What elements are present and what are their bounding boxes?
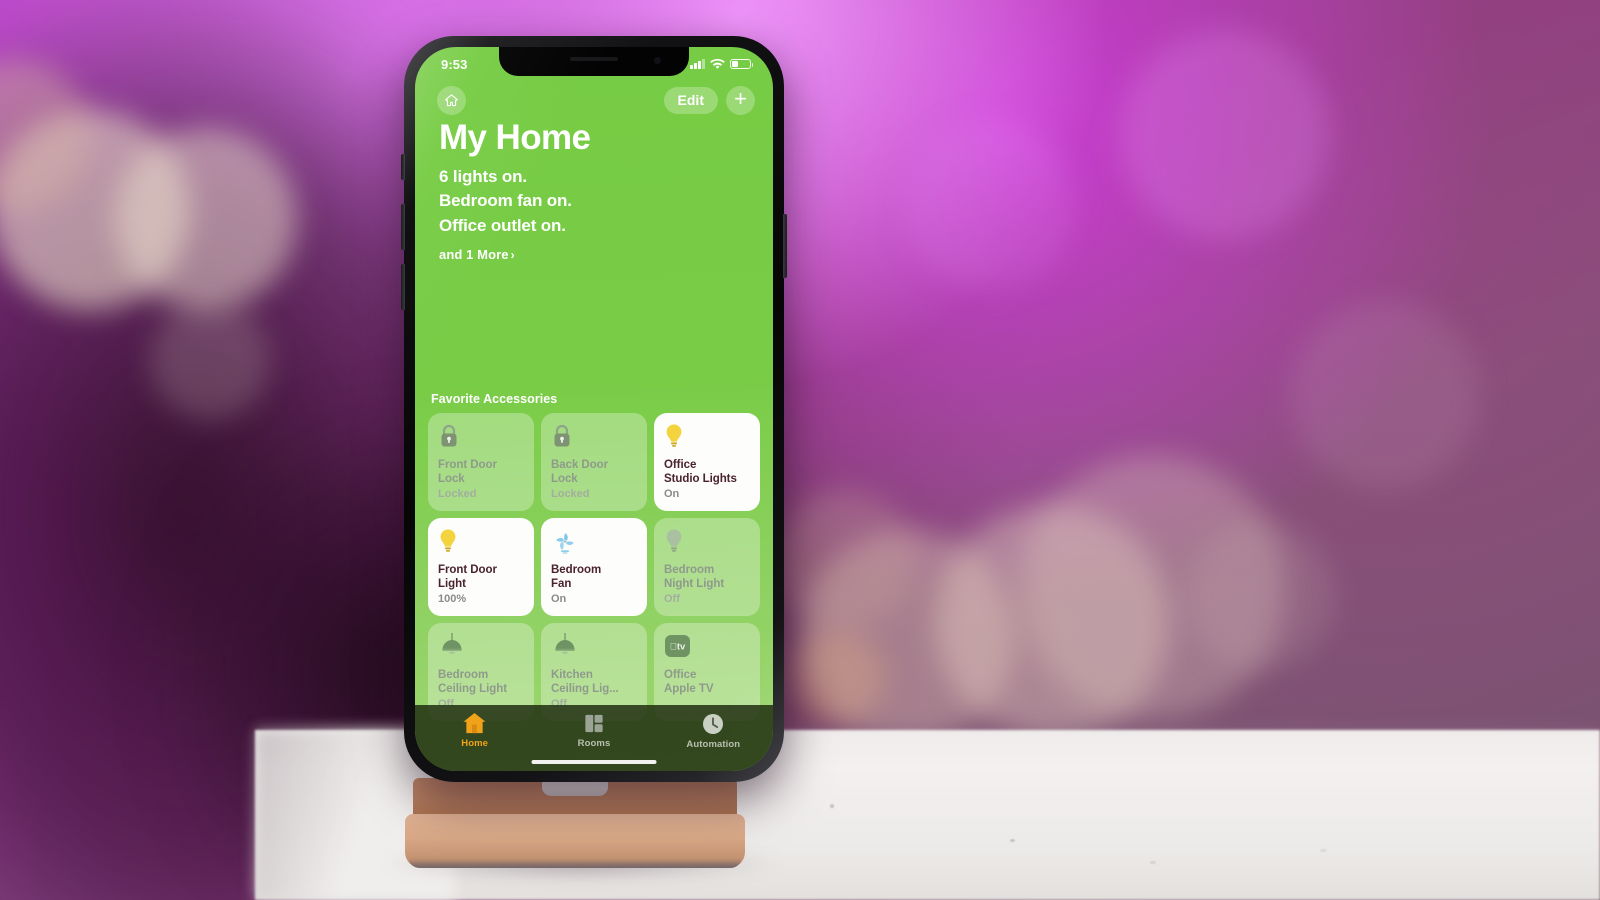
ceiling-light-icon xyxy=(551,633,638,665)
status-line: 6 lights on. xyxy=(439,166,527,186)
tab-label: Rooms xyxy=(577,738,611,749)
section-title: Favorite Accessories xyxy=(431,392,558,406)
front-camera-icon xyxy=(654,57,661,64)
tab-rooms[interactable]: Rooms xyxy=(534,712,653,749)
edit-button[interactable]: Edit xyxy=(663,86,718,114)
table-speck xyxy=(830,804,834,808)
house-icon xyxy=(445,93,458,106)
lock-closed-icon xyxy=(551,423,638,455)
display-notch xyxy=(499,47,689,76)
home-status-summary: 6 lights on. Bedroom fan on. Office outl… xyxy=(439,165,753,239)
accessory-state: Locked xyxy=(551,488,590,501)
fan-icon xyxy=(551,528,638,560)
bokeh-circle xyxy=(1120,30,1330,240)
table-speck xyxy=(1320,849,1327,852)
tab-label: Home xyxy=(461,738,489,749)
accessory-name: Kitchen Ceiling Lig... xyxy=(551,669,619,696)
home-header: My Home 6 lights on. Bedroom fan on. Off… xyxy=(439,119,753,262)
accessory-name: Front Door Light xyxy=(438,564,497,591)
bokeh-circle xyxy=(790,630,885,725)
accessory-name: Bedroom Ceiling Light xyxy=(438,669,507,696)
earpiece-speaker-icon xyxy=(570,57,618,61)
house-filled-icon xyxy=(463,712,486,734)
accessory-state: On xyxy=(664,488,680,501)
iphone-device: 9:53 Edit + My Home 6 lights on. Bedroom… xyxy=(401,36,787,782)
dock-base xyxy=(405,814,745,868)
mute-switch-button[interactable] xyxy=(401,154,405,180)
status-bar-indicators xyxy=(690,58,754,70)
accessory-name: Office Apple TV xyxy=(664,669,714,696)
accessory-state: On xyxy=(551,593,567,606)
accessory-tile-front-door-light[interactable]: Front Door Light 100% xyxy=(428,518,534,616)
bokeh-circle xyxy=(1290,300,1480,490)
cellular-bars-icon xyxy=(690,59,705,69)
page-title: My Home xyxy=(439,118,591,157)
nav-right-group: Edit + xyxy=(663,85,755,115)
chevron-right-icon: › xyxy=(510,247,515,262)
status-line: Office outlet on. xyxy=(439,216,566,236)
battery-low-icon xyxy=(730,58,754,70)
apple-tv-icon: tv xyxy=(664,633,751,665)
accessory-tile-office-studio-lights[interactable]: Office Studio Lights On xyxy=(654,413,760,511)
lightbulb-off-icon xyxy=(664,528,751,560)
home-indicator[interactable] xyxy=(531,759,657,764)
home-app-nav-bar: Edit + xyxy=(415,81,773,119)
bokeh-circle xyxy=(905,120,1075,290)
bokeh-circle xyxy=(775,490,915,630)
and-more-label: and 1 More xyxy=(439,246,509,262)
add-accessory-button[interactable]: + xyxy=(726,85,755,115)
accessory-tile-front-door-lock[interactable]: Front Door Lock Locked xyxy=(428,413,534,511)
home-selector-button[interactable] xyxy=(437,85,466,115)
accessory-name: Office Studio Lights xyxy=(664,459,737,486)
accessory-tile-bedroom-night-light[interactable]: Bedroom Night Light Off xyxy=(654,518,760,616)
accessory-name: Front Door Lock xyxy=(438,459,497,486)
accessory-tile-bedroom-fan[interactable]: Bedroom Fan On xyxy=(541,518,647,616)
volume-down-button[interactable] xyxy=(401,264,405,310)
and-more-link[interactable]: and 1 More › xyxy=(439,247,753,262)
accessory-name: Back Door Lock xyxy=(551,459,609,486)
bokeh-circle xyxy=(150,300,270,420)
lightbulb-on-icon xyxy=(664,423,751,455)
svg-text:tv: tv xyxy=(670,641,686,652)
table-speck xyxy=(1150,861,1156,864)
ceiling-light-icon xyxy=(438,633,525,665)
photo-scene: 9:53 Edit + My Home 6 lights on. Bedroom… xyxy=(0,0,1600,900)
phone-screen: 9:53 Edit + My Home 6 lights on. Bedroom… xyxy=(415,47,773,771)
bokeh-circle xyxy=(1185,520,1335,670)
accessory-tile-back-door-lock[interactable]: Back Door Lock Locked xyxy=(541,413,647,511)
accessory-state: 100% xyxy=(438,593,467,606)
accessory-grid: Front Door Lock Locked Back Door Lock Lo… xyxy=(428,413,760,721)
tab-automation[interactable]: Automation xyxy=(654,712,773,750)
rooms-grid-icon xyxy=(585,714,603,733)
lock-closed-icon xyxy=(438,423,525,455)
accessory-state: Off xyxy=(664,593,680,606)
volume-up-button[interactable] xyxy=(401,204,405,250)
tab-home[interactable]: Home xyxy=(415,712,534,749)
bokeh-circle xyxy=(115,128,297,310)
table-speck xyxy=(1010,839,1015,842)
clock-icon xyxy=(703,714,724,734)
lightbulb-on-icon xyxy=(438,528,525,560)
accessory-name: Bedroom Night Light xyxy=(664,564,725,591)
wifi-icon xyxy=(710,58,725,69)
tab-label: Automation xyxy=(686,739,741,750)
accessory-name: Bedroom Fan xyxy=(551,564,602,591)
accessory-state: Locked xyxy=(438,488,477,501)
side-power-button[interactable] xyxy=(783,214,787,278)
status-line: Bedroom fan on. xyxy=(439,191,572,211)
charging-dock xyxy=(405,772,745,868)
status-bar-time: 9:53 xyxy=(441,56,468,72)
favorite-accessories-section: Favorite Accessories Front Door Lock Loc… xyxy=(415,392,773,721)
